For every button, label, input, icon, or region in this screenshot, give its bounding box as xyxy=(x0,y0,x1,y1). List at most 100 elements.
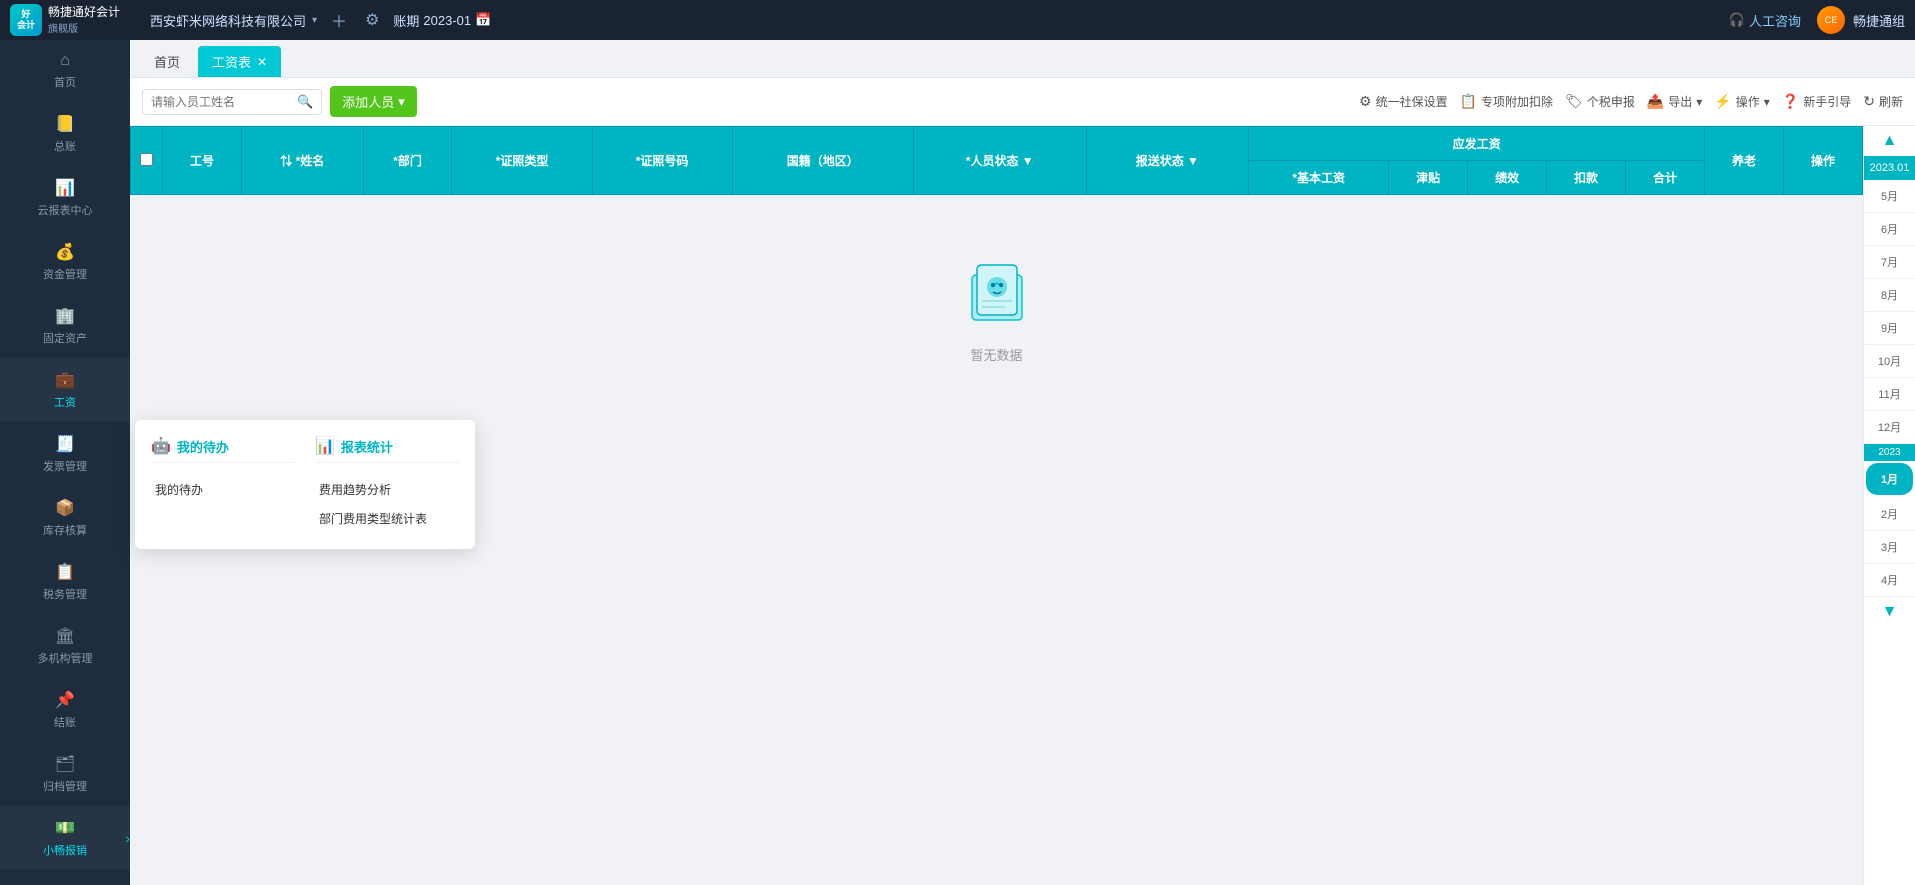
month-item-8[interactable]: 8月 xyxy=(1864,279,1915,312)
status-filter-icon[interactable]: ▼ xyxy=(1022,154,1034,168)
col-bonus: 绩效 xyxy=(1468,161,1547,195)
export-label: 导出 xyxy=(1668,93,1692,110)
month-item-5[interactable]: 5月 xyxy=(1864,180,1915,213)
month-item-11[interactable]: 11月 xyxy=(1864,378,1915,411)
sidebar-item-multi[interactable]: 🏛 多机构管理 xyxy=(0,614,130,678)
security-icon: ⚙ xyxy=(1359,93,1372,110)
new-guide-icon: ❓ xyxy=(1782,93,1799,110)
sidebar-label-asset: 固定资产 xyxy=(43,330,87,346)
empty-text: 暂无数据 xyxy=(970,345,1022,364)
col-deduction: 扣款 xyxy=(1547,161,1626,195)
app-name: 畅捷通好会计 xyxy=(48,5,120,19)
company-dropdown-icon: ▾ xyxy=(312,15,317,26)
social-security-button[interactable]: ⚙ 统一社保设置 xyxy=(1359,93,1448,110)
add-people-button[interactable]: 添加人员 ▾ xyxy=(330,86,417,117)
special-deduction-button[interactable]: 📋 专项附加扣除 xyxy=(1460,93,1553,110)
report-icon: 📊 xyxy=(55,178,75,198)
add-button[interactable]: ＋ xyxy=(327,4,351,36)
search-icon[interactable]: 🔍 xyxy=(297,94,313,110)
salary-icon: 💼 xyxy=(55,370,75,390)
sidebar-item-xiaochang[interactable]: 💵 小畅报销 › xyxy=(0,806,130,870)
sidebar-label-home: 首页 xyxy=(54,74,76,90)
trend-analysis-text: 费用趋势分析 xyxy=(319,483,391,497)
todo-link[interactable]: 我的待办 xyxy=(151,475,295,504)
checkout-icon: 📌 xyxy=(55,690,75,710)
month-item-12[interactable]: 12月 xyxy=(1864,411,1915,444)
sidebar-item-fund[interactable]: 💰 资金管理 xyxy=(0,230,130,294)
export-button[interactable]: 📤 导出 ▾ xyxy=(1647,93,1702,110)
sidebar-item-report[interactable]: 📊 云报表中心 xyxy=(0,166,130,230)
user-avatar: CE xyxy=(1817,6,1845,34)
export-icon: 📤 xyxy=(1647,93,1664,110)
sidebar-label-fund: 资金管理 xyxy=(43,266,87,282)
stats-title: 📊 报表统计 xyxy=(315,436,459,463)
support-button[interactable]: 🎧 人工咨询 xyxy=(1729,11,1801,30)
tax-report-button[interactable]: 🏷 个税申报 xyxy=(1565,93,1635,110)
month-item-1[interactable]: 1月 xyxy=(1866,463,1913,496)
month-item-6[interactable]: 6月 xyxy=(1864,213,1915,246)
salary-table: 工号 ⇅ *姓名 *部门 *证照类型 *证照号码 国籍（地区） *人员状态 ▼ xyxy=(130,126,1863,195)
month-item-7[interactable]: 7月 xyxy=(1864,246,1915,279)
calendar-icon[interactable]: 📅 xyxy=(475,12,491,28)
sidebar-item-inventory[interactable]: 📦 库存核算 xyxy=(0,486,130,550)
col-pension: 养老 xyxy=(1705,127,1784,195)
sidebar-label-inventory: 库存核算 xyxy=(43,522,87,538)
tab-salary-table[interactable]: 工资表 ✕ xyxy=(198,46,281,77)
col-country: 国籍（地区） xyxy=(732,127,913,195)
checkbox-header xyxy=(131,127,163,195)
col-group-wage: 应发工资 xyxy=(1249,127,1705,161)
toolbar: 🔍 添加人员 ▾ ⚙ 统一社保设置 📋 专项附加扣除 🏷 个税申报 xyxy=(130,78,1915,126)
deduction-icon: 📋 xyxy=(1460,93,1477,110)
new-guide-button[interactable]: ❓ 新手引导 xyxy=(1782,93,1851,110)
user-name: 畅捷通组 xyxy=(1853,11,1905,30)
settings-button[interactable]: ⚙ xyxy=(361,6,383,34)
security-label: 统一社保设置 xyxy=(1376,93,1448,110)
stats-title-text: 报表统计 xyxy=(341,437,393,456)
sidebar-item-salary[interactable]: 💼 工资 xyxy=(0,358,130,422)
month-panel: ▲ 2023.01 5月 6月 7月 8月 9月 10月 11月 12月 202… xyxy=(1863,126,1915,885)
sidebar-item-home[interactable]: ⌂ 首页 xyxy=(0,40,130,102)
dept-stats-link[interactable]: 部门费用类型统计表 xyxy=(315,504,459,533)
sidebar-item-asset[interactable]: 🏢 固定资产 xyxy=(0,294,130,358)
month-nav-up[interactable]: ▲ xyxy=(1864,126,1915,156)
sidebar-item-ledger[interactable]: 📒 总账 xyxy=(0,102,130,166)
select-all-checkbox[interactable] xyxy=(140,153,153,166)
company-name: 西安虾米网络科技有限公司 xyxy=(150,11,306,30)
col-status: *人员状态 ▼ xyxy=(913,127,1086,195)
trend-analysis-link[interactable]: 费用趋势分析 xyxy=(315,475,459,504)
headset-icon: 🎧 xyxy=(1729,12,1745,28)
col-id-type: *证照类型 xyxy=(452,127,592,195)
refresh-label: 刷新 xyxy=(1879,93,1903,110)
col-id-num: *证照号码 xyxy=(592,127,732,195)
refresh-icon: ↻ xyxy=(1863,93,1875,110)
sidebar-item-basic[interactable]: ⚙ 基础设置 xyxy=(0,870,130,885)
month-item-10[interactable]: 10月 xyxy=(1864,345,1915,378)
empty-state: 暂无数据 xyxy=(130,195,1863,424)
sidebar-item-tax[interactable]: 📋 税务管理 xyxy=(0,550,130,614)
company-selector[interactable]: 西安虾米网络科技有限公司 ▾ xyxy=(150,11,317,30)
month-year-header: 2023.01 xyxy=(1864,156,1915,180)
month-item-2[interactable]: 2月 xyxy=(1864,498,1915,531)
search-input[interactable] xyxy=(151,95,291,109)
sidebar-item-archive[interactable]: 🗂 归档管理 xyxy=(0,742,130,806)
month-item-9[interactable]: 9月 xyxy=(1864,312,1915,345)
refresh-button[interactable]: ↻ 刷新 xyxy=(1863,93,1903,110)
month-item-3[interactable]: 3月 xyxy=(1864,531,1915,564)
deduction-label: 专项附加扣除 xyxy=(1481,93,1553,110)
add-people-label: 添加人员 xyxy=(342,92,394,111)
month-item-4[interactable]: 4月 xyxy=(1864,564,1915,597)
month-nav-down[interactable]: ▼ xyxy=(1864,597,1915,627)
tab-home[interactable]: 首页 xyxy=(140,46,194,77)
sidebar-item-invoice[interactable]: 🧾 发票管理 xyxy=(0,422,130,486)
sidebar-item-checkout[interactable]: 📌 结账 xyxy=(0,678,130,742)
sidebar-label-ledger: 总账 xyxy=(54,138,76,154)
operation-button[interactable]: ⚡ 操作 ▾ xyxy=(1714,93,1769,110)
tab-close-icon[interactable]: ✕ xyxy=(257,55,267,69)
report-filter-icon[interactable]: ▼ xyxy=(1187,154,1199,168)
ledger-icon: 📒 xyxy=(55,114,75,134)
search-wrap: 🔍 xyxy=(142,89,322,115)
header-actions: ＋ ⚙ 账期 2023-01 📅 xyxy=(327,4,491,36)
tax-icon: 📋 xyxy=(55,562,75,582)
todo-title-text: 我的待办 xyxy=(177,437,229,456)
sidebar-label-tax: 税务管理 xyxy=(43,586,87,602)
